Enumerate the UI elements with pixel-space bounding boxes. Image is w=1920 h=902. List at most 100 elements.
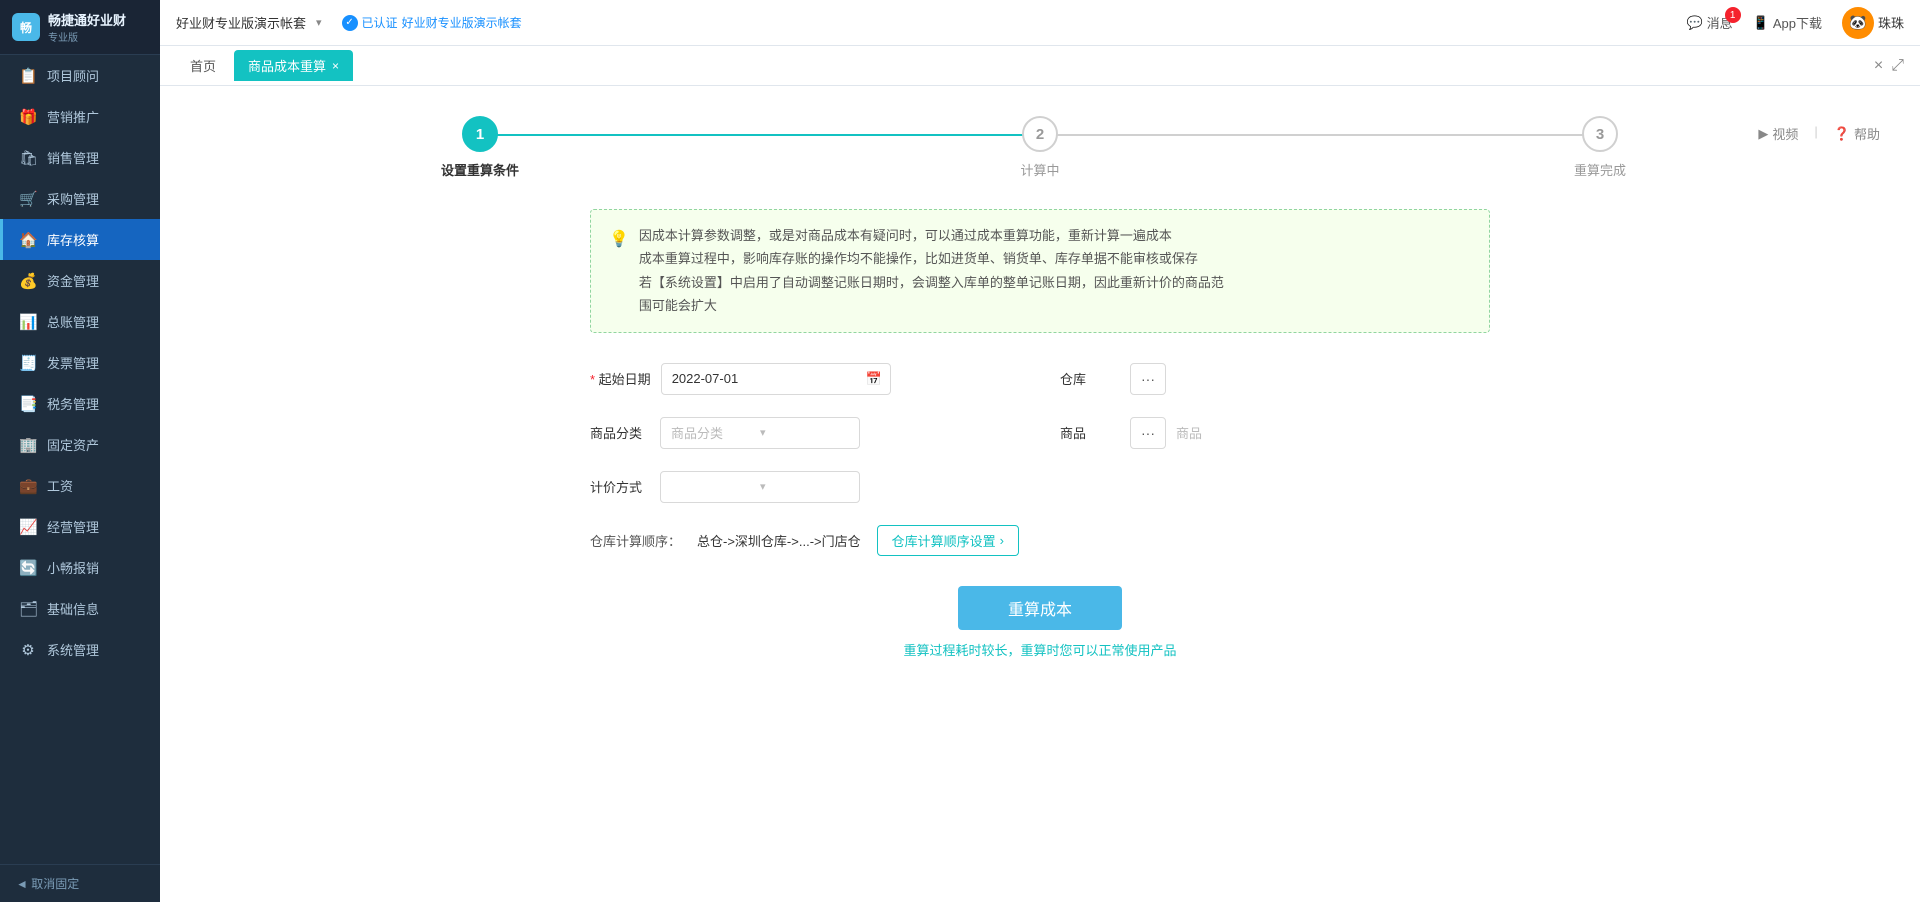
sidebar-item-label-finance: 资金管理 <box>47 271 99 290</box>
sidebar-footer[interactable]: ◄ 取消固定 <box>0 864 160 902</box>
sidebar-item-label-invoice: 发票管理 <box>47 353 99 372</box>
topbar-account[interactable]: 好业财专业版演示帐套 ▾ <box>176 13 322 32</box>
form-row-2: 商品分类 商品分类 ▾ 商品 ··· 商品 <box>590 417 1490 449</box>
step-2-circle: 2 <box>1022 116 1058 152</box>
sidebar-item-inventory[interactable]: 🏠库存核算 <box>0 219 160 260</box>
sales-icon: 🛍 <box>19 149 37 167</box>
steps-container: 1 设置重算条件 2 计算中 3 重算完成 ▶ <box>200 116 1880 179</box>
chevron-right-icon: › <box>1000 533 1004 548</box>
question-icon: ❓ <box>1834 126 1850 142</box>
sidebar-item-label-basic: 基础信息 <box>47 599 99 618</box>
step-1: 1 设置重算条件 <box>200 116 760 179</box>
sidebar-item-tax[interactable]: 📑 税务管理 <box>0 383 160 424</box>
notice-box: 💡 因成本计算参数调整，或是对商品成本有疑问时，可以通过成本重算功能，重新计算一… <box>590 209 1490 333</box>
system-icon: ⚙ <box>19 641 37 659</box>
close-window-icon[interactable]: × <box>1874 57 1883 75</box>
phone-icon: 📱 <box>1753 15 1769 31</box>
pricing-chevron-icon: ▾ <box>760 480 849 493</box>
start-date-input-wrapper[interactable]: 📅 <box>661 363 891 395</box>
sidebar-item-label-project: 项目顾问 <box>47 66 99 85</box>
sidebar-logo: 畅 <box>12 13 40 41</box>
topbar: 好业财专业版演示帐套 ▾ ✓ 已认证 好业财专业版演示帐套 💬 消息 1 📱 A… <box>160 0 1920 46</box>
sidebar-item-label-inventory: 库存核算 <box>47 230 99 249</box>
tab-home[interactable]: 首页 <box>176 50 230 81</box>
notice-icon: 💡 <box>609 226 629 318</box>
username-label: 珠珠 <box>1878 13 1904 32</box>
accounting-icon: 📊 <box>19 313 37 331</box>
messages-button[interactable]: 💬 消息 1 <box>1686 13 1732 32</box>
sidebar-item-assets[interactable]: 🏢 固定资产 <box>0 424 160 465</box>
step-3-label: 重算完成 <box>1574 160 1626 179</box>
step-1-label: 设置重算条件 <box>441 160 519 179</box>
tab-recalc-cost[interactable]: 商品成本重算 × <box>234 50 353 81</box>
sidebar-item-label-sales: 销售管理 <box>47 148 99 167</box>
product-category-label: 商品分类 <box>590 423 650 442</box>
step-3-circle: 3 <box>1582 116 1618 152</box>
sidebar-item-system[interactable]: ⚙系统管理 <box>0 629 160 670</box>
notice-content: 因成本计算参数调整，或是对商品成本有疑问时，可以通过成本重算功能，重新计算一遍成… <box>639 224 1224 318</box>
notice-line-2: 成本重算过程中，影响库存账的操作均不能操作，比如进货单、销货单、库存单据不能审核… <box>639 247 1224 270</box>
start-date-input[interactable] <box>662 364 858 394</box>
warehouse-order-value: 总仓->深圳仓库->...->门店仓 <box>697 531 861 550</box>
form-group-start-date: * 起始日期 📅 <box>590 363 1020 395</box>
verified-account-name: 好业财专业版演示帐套 <box>402 14 522 31</box>
notice-line-3: 若【系统设置】中启用了自动调整记账日期时，会调整入库单的整单记账日期，因此重新计… <box>639 271 1224 294</box>
sidebar-item-invoice[interactable]: 🧾发票管理 <box>0 342 160 383</box>
product-select-btn[interactable]: ··· <box>1130 417 1166 449</box>
account-name-text: 好业财专业版演示帐套 <box>176 13 306 32</box>
tax-icon: 📑 <box>19 395 37 413</box>
product-label: 商品 <box>1060 423 1120 442</box>
sidebar-item-accounting[interactable]: 📊 总账管理 <box>0 301 160 342</box>
sidebar-item-purchase[interactable]: 🛒采购管理 <box>0 178 160 219</box>
sidebar-nav: 📋 项目顾问 🎁营销推广 🛍 销售管理 🛒采购管理🏠库存核算 💰 资金管理 📊 总账管理 🧾发票管理… <box>0 55 160 864</box>
sidebar-item-label-purchase: 采购管理 <box>47 189 99 208</box>
tabbar: 首页 商品成本重算 × × ⤢ <box>160 46 1920 86</box>
sidebar-item-operation[interactable]: 📈 经营管理 <box>0 506 160 547</box>
app-download-button[interactable]: 📱 App下载 <box>1753 13 1822 32</box>
product-placeholder: 商品 <box>1176 423 1202 442</box>
sidebar-item-finance[interactable]: 💰 资金管理 <box>0 260 160 301</box>
product-category-select[interactable]: 商品分类 ▾ <box>660 417 860 449</box>
sidebar-item-basic[interactable]: 🗂基础信息 <box>0 588 160 629</box>
topbar-right: 💬 消息 1 📱 App下载 🐼 珠珠 <box>1686 7 1904 39</box>
sidebar-item-label-tax: 税务管理 <box>47 394 99 413</box>
sidebar-brand: 畅捷通好业财 专业版 <box>48 10 126 44</box>
help-link[interactable]: ❓ 帮助 <box>1834 124 1880 143</box>
project-icon: 📋 <box>19 67 37 85</box>
sidebar-item-label-assets: 固定资产 <box>47 435 99 454</box>
step-1-circle: 1 <box>462 116 498 152</box>
user-avatar-area[interactable]: 🐼 珠珠 <box>1842 7 1904 39</box>
verified-badge-icon: ✓ <box>342 15 358 31</box>
step-2: 2 计算中 <box>760 116 1320 179</box>
sidebar-item-sales[interactable]: 🛍 销售管理 <box>0 137 160 178</box>
warehouse-order-label: 仓库计算顺序： <box>590 531 681 550</box>
finance-icon: 💰 <box>19 272 37 290</box>
sidebar-item-marketing[interactable]: 🎁营销推广 <box>0 96 160 137</box>
warehouse-select-btn[interactable]: ··· <box>1130 363 1166 395</box>
sidebar-item-salary[interactable]: 💼工资 <box>0 465 160 506</box>
video-link[interactable]: ▶ 视频 <box>1758 124 1798 143</box>
expand-window-icon[interactable]: ⤢ <box>1891 57 1904 75</box>
verified-text: 已认证 <box>362 14 398 31</box>
start-date-label: * 起始日期 <box>590 369 651 388</box>
sidebar-item-label-operation: 经营管理 <box>47 517 99 536</box>
calendar-icon[interactable]: 📅 <box>858 371 890 387</box>
warehouse-order-settings-btn[interactable]: 仓库计算顺序设置 › <box>877 525 1019 556</box>
assets-icon: 🏢 <box>19 436 37 454</box>
notice-line-1: 因成本计算参数调整，或是对商品成本有疑问时，可以通过成本重算功能，重新计算一遍成… <box>639 224 1224 247</box>
sidebar-item-expense[interactable]: 🔄小畅报销 <box>0 547 160 588</box>
account-dropdown-arrow[interactable]: ▾ <box>316 16 322 29</box>
form-row-3: 计价方式 ▾ <box>590 471 1490 503</box>
topbar-verified: ✓ 已认证 好业财专业版演示帐套 <box>342 14 522 31</box>
sidebar-item-project[interactable]: 📋 项目顾问 <box>0 55 160 96</box>
messages-badge: 1 <box>1725 7 1741 23</box>
pricing-method-select[interactable]: ▾ <box>660 471 860 503</box>
recalc-btn[interactable]: 重算成本 <box>958 586 1122 630</box>
marketing-icon: 🎁 <box>19 108 37 126</box>
warehouse-label: 仓库 <box>1060 369 1120 388</box>
tab-close-icon[interactable]: × <box>332 59 339 73</box>
message-icon: 💬 <box>1686 15 1702 31</box>
sidebar-item-label-accounting: 总账管理 <box>47 312 99 331</box>
form-group-pricing: 计价方式 ▾ <box>590 471 1020 503</box>
operation-icon: 📈 <box>19 518 37 536</box>
